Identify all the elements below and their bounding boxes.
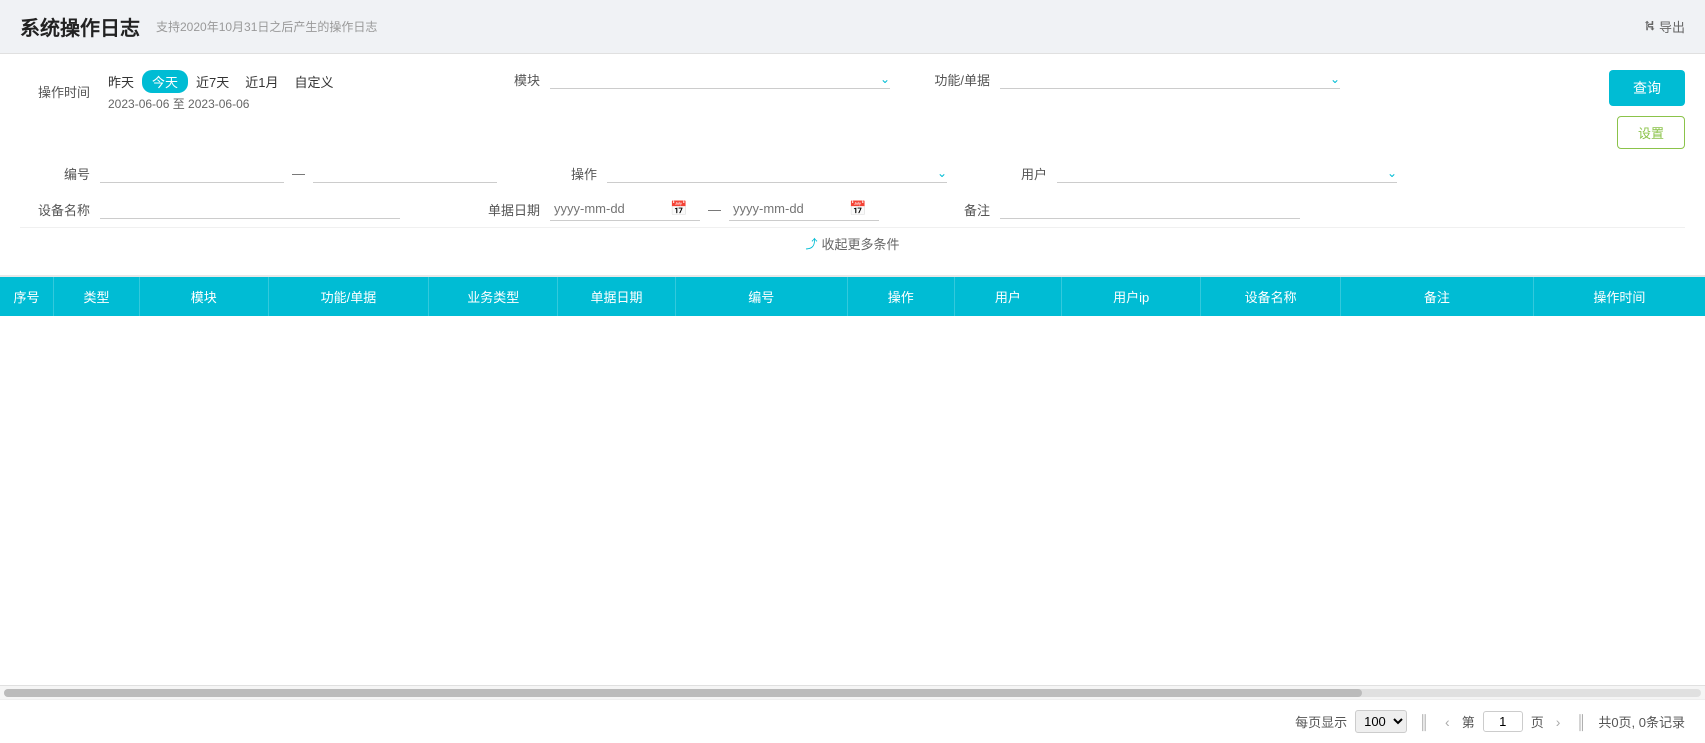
time-filter-group: 昨天 今天 近7天 近1月 自定义 <box>100 70 342 93</box>
next-page-button[interactable]: › <box>1552 712 1565 732</box>
date-dash: — <box>708 202 721 217</box>
device-label: 设备名称 <box>20 200 90 219</box>
doc-date-start-input[interactable] <box>550 199 670 218</box>
function-chevron-icon: ⌄ <box>1330 72 1340 86</box>
page-number-input[interactable] <box>1483 711 1523 732</box>
time-label: 操作时间 <box>20 82 90 101</box>
operation-select[interactable]: ⌄ <box>607 164 947 183</box>
module-chevron-icon: ⌄ <box>880 72 890 86</box>
prev-page-button[interactable]: ‹ <box>1441 712 1454 732</box>
col-biz-type: 业务类型 <box>429 277 558 316</box>
time-filter-item: 操作时间 昨天 今天 近7天 近1月 自定义 2023-06-06 至 2023… <box>20 70 440 112</box>
time-btn-1month[interactable]: 近1月 <box>237 70 286 93</box>
first-page-button[interactable]: ║ <box>1415 712 1433 732</box>
export-icon: ⛕ <box>1645 17 1655 36</box>
empty-row <box>0 316 1705 616</box>
doc-date-start-wrapper: 📅 <box>550 197 700 221</box>
time-btn-yesterday[interactable]: 昨天 <box>100 70 142 93</box>
collapse-label: 收起更多条件 <box>822 234 900 253</box>
function-value <box>1000 77 1326 81</box>
time-btn-today[interactable]: 今天 <box>142 70 188 93</box>
empty-cell <box>0 316 1705 616</box>
function-select[interactable]: ⌄ <box>1000 70 1340 89</box>
time-btn-7days[interactable]: 近7天 <box>188 70 237 93</box>
module-value <box>550 77 876 81</box>
last-page-button[interactable]: ║ <box>1572 712 1590 732</box>
code-dash: — <box>292 166 305 181</box>
col-type: 类型 <box>54 277 140 316</box>
code-label: 编号 <box>20 164 90 183</box>
table-header-row: 序号 类型 模块 功能/单据 业务类型 单据日期 编号 操作 用户 用户ip 设… <box>0 277 1705 316</box>
per-page-select[interactable]: 100 50 200 <box>1355 710 1407 733</box>
module-label: 模块 <box>470 70 540 89</box>
col-operation: 操作 <box>847 277 954 316</box>
page-subtitle: 支持2020年10月31日之后产生的操作日志 <box>156 18 377 35</box>
operation-filter-item: 操作 ⌄ <box>527 164 947 183</box>
collapse-icon: ⤴ <box>805 235 817 252</box>
calendar-start-icon[interactable]: 📅 <box>670 200 687 217</box>
page-header: 系统操作日志 支持2020年10月31日之后产生的操作日志 ⛕ 导出 <box>0 0 1705 54</box>
col-op-time: 操作时间 <box>1533 277 1705 316</box>
page-container: 系统操作日志 支持2020年10月31日之后产生的操作日志 ⛕ 导出 操作时间 … <box>0 0 1705 743</box>
scrollbar-track <box>4 689 1701 697</box>
operation-chevron-icon: ⌄ <box>937 166 947 180</box>
col-code: 编号 <box>676 277 848 316</box>
code-end-input[interactable] <box>313 163 497 183</box>
code-start-input[interactable] <box>100 163 284 183</box>
col-device: 设备名称 <box>1201 277 1340 316</box>
operation-value <box>607 171 933 175</box>
page-title: 系统操作日志 <box>20 12 140 41</box>
module-filter-item: 模块 ⌄ <box>470 70 890 89</box>
col-user: 用户 <box>954 277 1061 316</box>
collapse-bar[interactable]: ⤴ 收起更多条件 <box>20 227 1685 259</box>
table-container: 序号 类型 模块 功能/单据 业务类型 单据日期 编号 操作 用户 用户ip 设… <box>0 277 1705 685</box>
per-page-label: 每页显示 <box>1295 712 1347 731</box>
table-body <box>0 316 1705 616</box>
code-filter-item: 编号 — <box>20 163 497 183</box>
query-button[interactable]: 查询 <box>1609 70 1685 106</box>
user-filter-item: 用户 ⌄ <box>977 164 1397 183</box>
device-filter-item: 设备名称 <box>20 199 440 219</box>
remark-filter-item: 备注 <box>920 199 1685 219</box>
pagination: 每页显示 100 50 200 ║ ‹ 第 页 › ║ 共0页, 0条记录 <box>0 699 1705 743</box>
operation-label: 操作 <box>527 164 597 183</box>
total-info: 共0页, 0条记录 <box>1598 712 1685 731</box>
device-input[interactable] <box>100 199 400 219</box>
col-doc-date: 单据日期 <box>558 277 676 316</box>
page-label: 第 <box>1462 712 1475 731</box>
col-function: 功能/单据 <box>268 277 429 316</box>
doc-date-end-wrapper: 📅 <box>729 197 879 221</box>
settings-button[interactable]: 设置 <box>1617 116 1685 149</box>
module-select[interactable]: ⌄ <box>550 70 890 89</box>
function-filter-item: 功能/单据 ⌄ <box>920 70 1340 89</box>
user-label: 用户 <box>977 164 1047 183</box>
doc-date-label: 单据日期 <box>470 200 540 219</box>
filter-area: 操作时间 昨天 今天 近7天 近1月 自定义 2023-06-06 至 2023… <box>0 54 1705 277</box>
col-module: 模块 <box>139 277 268 316</box>
horizontal-scrollbar[interactable] <box>0 685 1705 699</box>
user-value <box>1057 171 1383 175</box>
page-unit: 页 <box>1531 712 1544 731</box>
user-chevron-icon: ⌄ <box>1387 166 1397 180</box>
col-user-ip: 用户ip <box>1062 277 1201 316</box>
export-label: 导出 <box>1659 17 1685 36</box>
remark-input[interactable] <box>1000 199 1300 219</box>
doc-date-filter-item: 单据日期 📅 — 📅 <box>470 197 890 221</box>
action-buttons: 查询 设置 <box>1589 70 1685 149</box>
col-seq: 序号 <box>0 277 54 316</box>
time-range: 2023-06-06 至 2023-06-06 <box>108 95 342 112</box>
data-table: 序号 类型 模块 功能/单据 业务类型 单据日期 编号 操作 用户 用户ip 设… <box>0 277 1705 616</box>
col-remark: 备注 <box>1340 277 1533 316</box>
time-btn-custom[interactable]: 自定义 <box>287 70 342 93</box>
remark-label: 备注 <box>920 200 990 219</box>
user-select[interactable]: ⌄ <box>1057 164 1397 183</box>
function-label: 功能/单据 <box>920 70 990 89</box>
export-button[interactable]: ⛕ 导出 <box>1645 17 1685 36</box>
calendar-end-icon[interactable]: 📅 <box>849 200 866 217</box>
doc-date-end-input[interactable] <box>729 199 849 218</box>
scrollbar-thumb[interactable] <box>4 689 1362 697</box>
